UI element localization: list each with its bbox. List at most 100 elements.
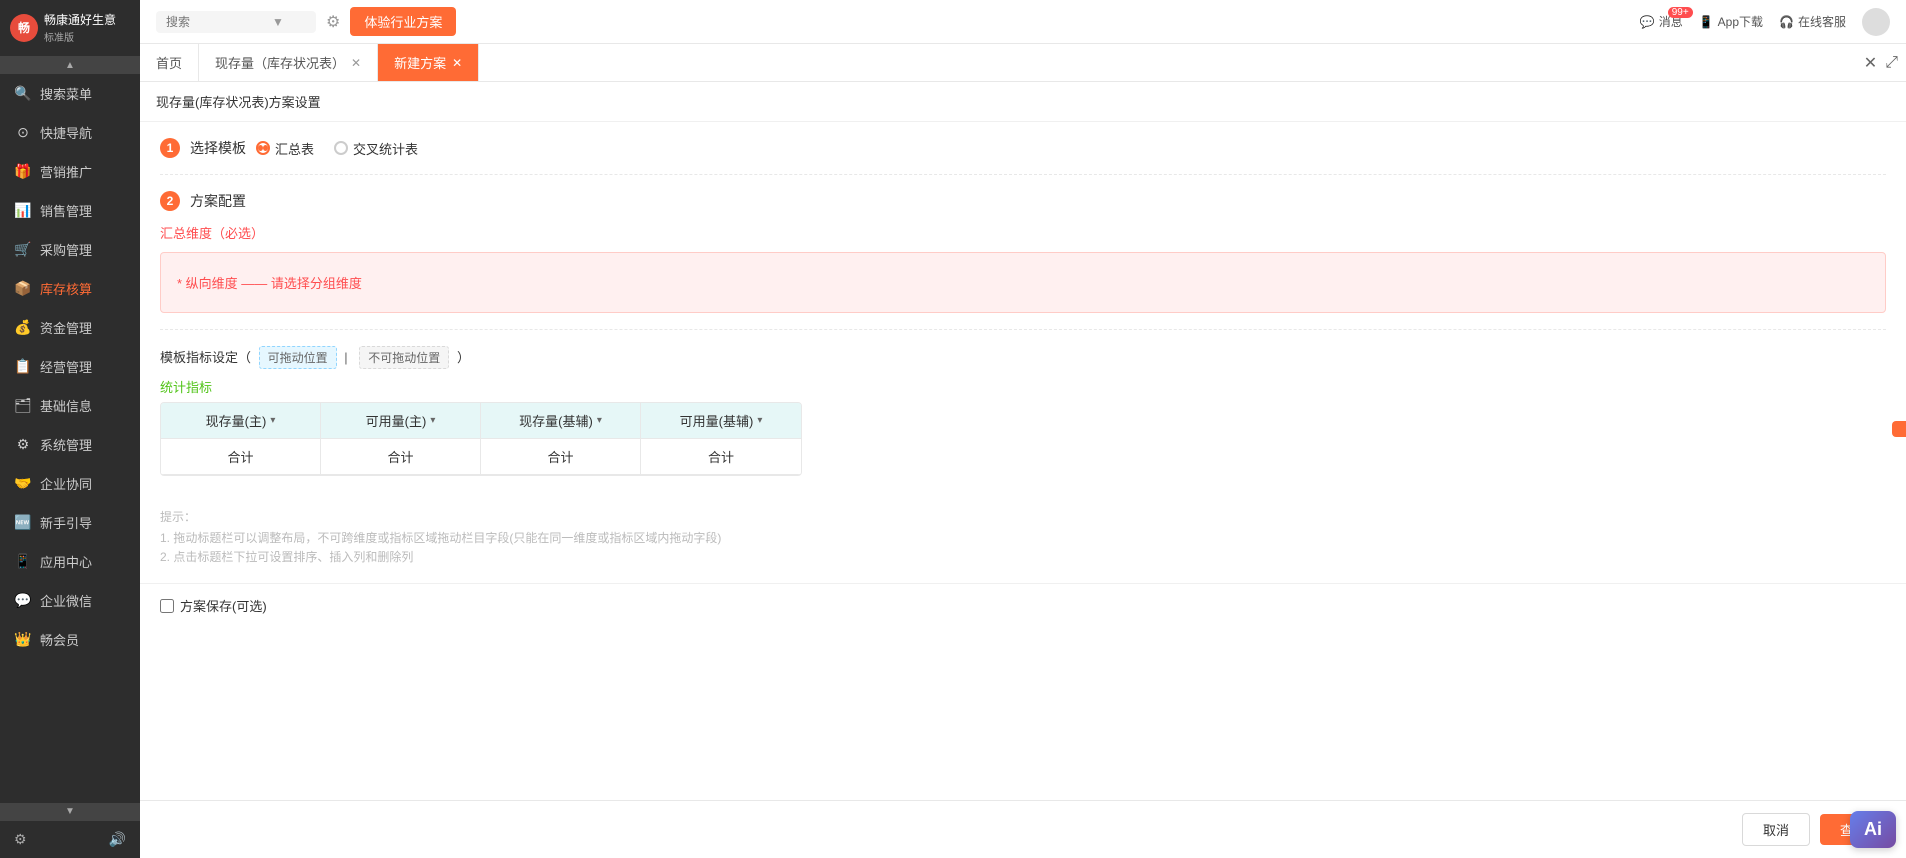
col-0-header[interactable]: 现存量(主) ▾ [161, 403, 320, 439]
tab-collapse-btn[interactable]: ✕ [1864, 53, 1877, 73]
sidebar-scroll-up[interactable]: ▲ [0, 57, 140, 74]
sidebar-item-basic[interactable]: 🗂 基础信息 [0, 386, 140, 425]
sidebar-item-label: 企业微信 [40, 591, 92, 610]
col-1-dropdown-icon: ▾ [430, 415, 435, 426]
radio-cross-label: 交叉统计表 [353, 139, 418, 158]
stat-table-body: 合计 合计 合计 合计 [161, 439, 801, 475]
tab-label: 首页 [156, 53, 182, 72]
footer-sound-icon[interactable]: 🔊 [109, 831, 126, 848]
sidebar-item-label: 采购管理 [40, 240, 92, 259]
sidebar-item-appstore[interactable]: 📱 应用中心 [0, 542, 140, 581]
sidebar-item-sales[interactable]: 📊 销售管理 [0, 191, 140, 230]
sidebar-item-enterprise[interactable]: 🤝 企业协同 [0, 464, 140, 503]
search-icon: 🔍 [14, 84, 32, 102]
sidebar-item-search[interactable]: 🔍 搜索菜单 [0, 74, 140, 113]
sidebar-scroll-down[interactable]: ▼ [0, 803, 140, 820]
sidebar-item-operation[interactable]: 📋 经营管理 [0, 347, 140, 386]
tip-2: 2. 点击标题栏下拉可设置排序、插入列和删除列 [160, 548, 1886, 565]
tab-label: 新建方案 [394, 53, 446, 72]
logo-icon: 畅 [10, 14, 38, 42]
step1-title: 选择模板 [190, 138, 246, 158]
col-2-dropdown-icon: ▾ [597, 415, 602, 426]
sidebar-item-label: 畅会员 [40, 630, 79, 649]
sales-icon: 📊 [14, 201, 32, 219]
body-cell-3: 合计 [641, 439, 801, 475]
sidebar-item-member[interactable]: 👑 畅会员 [0, 620, 140, 659]
template-radio-group: 汇总表 交叉统计表 [256, 139, 418, 158]
topbar-search-box: ▼ [156, 11, 316, 33]
tab-expand-btn[interactable]: ⤢ [1885, 54, 1898, 72]
sidebar-item-quick-nav[interactable]: ⊙ 快捷导航 [0, 113, 140, 152]
marketing-icon: 🎁 [14, 162, 32, 180]
settings-gear-icon[interactable]: ⚙ [326, 12, 340, 32]
body-col-0: 合计 [161, 439, 321, 475]
sidebar-item-wechat[interactable]: 💬 企业微信 [0, 581, 140, 620]
trial-btn[interactable]: 体验行业方案 [350, 7, 456, 36]
app-download-icon: 📱 [1699, 15, 1714, 29]
col-3-header[interactable]: 可用量(基辅) ▾ [641, 403, 801, 439]
sidebar-item-label: 基础信息 [40, 396, 92, 415]
tab-inventory[interactable]: 现存量（库存状况表） ✕ [199, 44, 378, 81]
col-0-dropdown-icon: ▾ [270, 415, 275, 426]
wechat-icon: 💬 [14, 591, 32, 609]
avatar[interactable] [1862, 8, 1890, 36]
metrics-label: 模板指标设定（ 可拖动位置 | 不可拖动位置 ） [160, 346, 1886, 369]
indicator-draggable: 可拖动位置 [259, 346, 337, 369]
system-icon: ⚙ [14, 435, 32, 453]
sidebar-item-purchase[interactable]: 🛒 采购管理 [0, 230, 140, 269]
right-edge-tab[interactable] [1892, 421, 1906, 437]
ai-badge[interactable]: Ai [1850, 811, 1896, 848]
sidebar-item-label: 营销推广 [40, 162, 92, 181]
sidebar-item-label: 销售管理 [40, 201, 92, 220]
app-download-btn[interactable]: 📱 App下载 [1699, 13, 1763, 30]
logo-text: 畅康通好生意 标准版 [44, 12, 116, 44]
purchase-icon: 🛒 [14, 240, 32, 258]
footer-settings-icon[interactable]: ⚙ [14, 831, 27, 848]
tips-section: 提示： 1. 拖动标题栏可以调整布局，不可跨维度或指标区域拖动栏目字段(只能在同… [140, 492, 1906, 583]
tab-close-inventory[interactable]: ✕ [351, 56, 361, 70]
search-dropdown-icon[interactable]: ▼ [272, 15, 284, 29]
save-label: 方案保存(可选) [180, 596, 267, 615]
indicator-non-draggable: 不可拖动位置 [359, 346, 449, 369]
step2-row: 2 方案配置 [160, 191, 1886, 211]
col-0: 现存量(主) ▾ [161, 403, 321, 439]
quick-nav-icon: ⊙ [14, 123, 32, 141]
app-name: 畅康通好生意 [44, 12, 116, 29]
stat-label: 统计指标 [160, 377, 1886, 396]
sidebar-item-finance[interactable]: 💰 资金管理 [0, 308, 140, 347]
radio-cross[interactable]: 交叉统计表 [334, 139, 418, 158]
sidebar-footer: ⚙ 🔊 [0, 820, 140, 858]
tip-1: 1. 拖动标题栏可以调整布局，不可跨维度或指标区域拖动栏目字段(只能在同一维度或… [160, 529, 1886, 546]
radio-cross-circle [334, 141, 348, 155]
step2-title: 方案配置 [190, 191, 246, 211]
sidebar-item-newguide[interactable]: 🆕 新手引导 [0, 503, 140, 542]
sidebar-item-marketing[interactable]: 🎁 营销推广 [0, 152, 140, 191]
basic-icon: 🗂 [14, 396, 32, 414]
save-checkbox[interactable] [160, 599, 174, 613]
online-service-btn[interactable]: 🎧 在线客服 [1779, 13, 1846, 30]
radio-summary-label: 汇总表 [275, 139, 314, 158]
tab-close-new-plan[interactable]: ✕ [452, 56, 462, 70]
cancel-button[interactable]: 取消 [1742, 813, 1810, 846]
footer-bar: 取消 查询 [140, 800, 1906, 858]
col-1-header[interactable]: 可用量(主) ▾ [321, 403, 480, 439]
form-section: 1 选择模板 汇总表 交叉统计表 [140, 122, 1906, 492]
tab-new-plan[interactable]: 新建方案 ✕ [378, 44, 479, 81]
body-col-1: 合计 [321, 439, 481, 475]
sidebar-item-label: 应用中心 [40, 552, 92, 571]
tab-home[interactable]: 首页 [140, 44, 199, 81]
appstore-icon: 📱 [14, 552, 32, 570]
operation-icon: 📋 [14, 357, 32, 375]
sidebar-item-label: 资金管理 [40, 318, 92, 337]
col-2: 现存量(基辅) ▾ [481, 403, 641, 439]
messages-count: 99+ [1668, 7, 1693, 18]
messages-badge[interactable]: 💬 消息 99+ [1640, 13, 1683, 30]
search-input[interactable] [166, 15, 266, 29]
tab-controls: ✕ ⤢ [1864, 53, 1906, 73]
sidebar-item-system[interactable]: ⚙ 系统管理 [0, 425, 140, 464]
app-edition: 标准版 [44, 29, 116, 44]
col-2-header[interactable]: 现存量(基辅) ▾ [481, 403, 640, 439]
radio-summary[interactable]: 汇总表 [256, 139, 314, 158]
sidebar-item-inventory[interactable]: 📦 库存核算 [0, 269, 140, 308]
headset-icon: 🎧 [1779, 15, 1794, 29]
